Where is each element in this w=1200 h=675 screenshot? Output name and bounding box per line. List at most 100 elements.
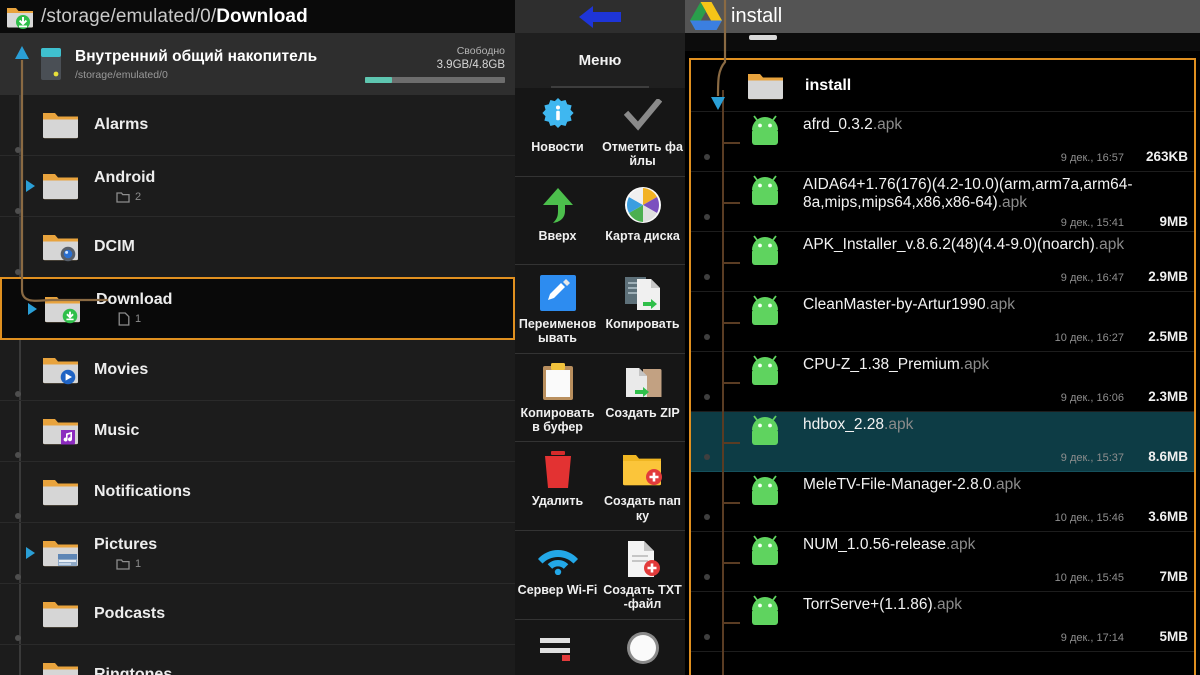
android-apk-icon	[747, 475, 783, 507]
wifi-icon	[537, 539, 579, 579]
menu-item-copy[interactable]: Копировать	[600, 265, 685, 353]
folder-row-alarms[interactable]: Alarms	[0, 95, 515, 156]
apk-file-row[interactable]: CleanMaster-by-Artur1990.apk 10 дек., 16:…	[691, 292, 1194, 352]
tree-node-dot	[704, 574, 710, 580]
folder-name: Podcasts	[94, 604, 166, 622]
folder-music-icon	[42, 416, 80, 446]
android-apk-icon	[747, 595, 783, 627]
scroll-pill[interactable]	[749, 35, 777, 40]
apk-file-date: 9 дек., 16:06	[1060, 392, 1124, 404]
expand-arrow-icon[interactable]	[26, 547, 35, 559]
menu-row: Вверх Карта диска	[515, 177, 685, 265]
folder-icon	[42, 110, 80, 140]
menu-item-list[interactable]	[515, 620, 600, 675]
apk-file-row[interactable]: afrd_0.3.2.apk 9 дек., 16:57 263KB	[691, 112, 1194, 172]
apk-file-row[interactable]: APK_Installer_v.8.6.2(48)(4.4-9.0)(noarc…	[691, 232, 1194, 292]
menu-item-circle[interactable]	[600, 620, 685, 675]
folder-label-block: Ringtones	[94, 666, 172, 675]
tree-branch-tick	[724, 502, 740, 504]
folder-list: Alarms Android 2 DCIM Download 1 Movies Music No…	[0, 95, 515, 675]
menu-item-label: Копировать	[605, 316, 680, 331]
folder-label-block: Alarms	[94, 116, 148, 134]
folder-name: Android	[94, 169, 156, 187]
apk-meta: 10 дек., 16:27 2.5MB	[691, 329, 1194, 344]
expand-arrow-icon[interactable]	[28, 302, 37, 315]
menu-item-label: Создать ZIP	[605, 405, 680, 420]
apk-file-row[interactable]: MeleTV-File-Manager-2.8.0.apk 10 дек., 15…	[691, 472, 1194, 532]
menu-item-checkmark[interactable]: Отметить файлы	[600, 88, 685, 176]
menu-item-clipboard[interactable]: Копировать в буфер	[515, 354, 600, 442]
folder-label-block: Download 1	[96, 291, 172, 326]
folder-row-download[interactable]: Download 1	[0, 277, 515, 340]
folder-name: Notifications	[94, 482, 191, 500]
apk-name-block: NUM_1.0.56-release.apk	[783, 535, 979, 554]
folder-row-dcim[interactable]: DCIM	[0, 217, 515, 278]
apk-file-size: 8.6MB	[1148, 449, 1188, 464]
folder-camera-icon	[42, 232, 80, 262]
apk-file-row[interactable]: CPU-Z_1.38_Premium.apk 9 дек., 16:06 2.3MB	[691, 352, 1194, 412]
apk-file-date: 10 дек., 15:45	[1054, 572, 1124, 584]
disk-map-icon	[624, 185, 662, 225]
apk-meta: 9 дек., 16:47 2.9MB	[691, 269, 1194, 284]
folder-item-count: 1	[118, 312, 172, 326]
apk-file-list: install afrd_0.3.2.apk 9 дек., 16:57 263KB A…	[691, 60, 1194, 652]
apk-file-row[interactable]: NUM_1.0.56-release.apk 10 дек., 15:45 7MB	[691, 532, 1194, 592]
apk-file-extension: .apk	[932, 596, 962, 613]
right-tree-rail	[722, 90, 724, 675]
menu-item-label: Создать папку	[604, 494, 681, 523]
menu-title-bar: Меню	[515, 33, 685, 88]
apk-file-size: 2.9MB	[1148, 269, 1188, 284]
menu-item-news-badge[interactable]: Новости	[515, 88, 600, 176]
tree-branch-tick	[724, 442, 740, 444]
path-breadcrumb-bar[interactable]: /storage/emulated/0/Download	[0, 0, 515, 33]
tree-branch-tick	[724, 262, 740, 264]
menu-item-label: Создать TXT-файл	[603, 583, 682, 612]
folder-row-notifications[interactable]: Notifications	[0, 462, 515, 523]
menu-item-grid: Новости Отметить файлы Вверх Карта диска Пер…	[515, 88, 685, 675]
apk-file-name: NUM_1.0.56-release	[803, 536, 947, 553]
storage-summary-row[interactable]: Внутренний общий накопитель /storage/emu…	[0, 33, 515, 95]
folder-icon	[42, 599, 80, 629]
folder-row-ringtones[interactable]: Ringtones	[0, 645, 515, 675]
folder-row-music[interactable]: Music	[0, 401, 515, 462]
expand-arrow-icon[interactable]	[26, 180, 35, 192]
checkmark-icon	[623, 96, 662, 136]
folder-label-block: Pictures 1	[94, 536, 157, 569]
rename-pencil-icon	[539, 273, 577, 313]
apk-file-size: 263KB	[1145, 149, 1188, 164]
storage-progress-track	[365, 77, 505, 84]
apk-meta: 9 дек., 16:06 2.3MB	[691, 389, 1194, 404]
apk-file-extension: .apk	[946, 536, 976, 553]
apk-root-folder-row[interactable]: install	[691, 60, 1194, 112]
menu-item-new-folder[interactable]: Создать папку	[600, 442, 685, 530]
menu-row: Сервер Wi-Fi Создать TXT-файл	[515, 531, 685, 620]
apk-file-row[interactable]: AIDA64+1.76(176)(4.2-10.0)(arm,arm7a,arm…	[691, 172, 1194, 232]
menu-item-disk-map[interactable]: Карта диска	[600, 177, 685, 264]
menu-item-new-text-file[interactable]: Создать TXT-файл	[600, 531, 685, 619]
menu-item-up-arrow[interactable]: Вверх	[515, 177, 600, 264]
folder-row-podcasts[interactable]: Podcasts	[0, 584, 515, 645]
apk-head: TorrServe+(1.1.86).apk	[691, 595, 1194, 627]
folder-count-value: 2	[135, 190, 142, 203]
back-arrow-icon[interactable]	[577, 4, 623, 30]
apk-file-row[interactable]: hdbox_2.28.apk 9 дек., 15:37 8.6MB	[691, 412, 1194, 472]
menu-item-trash[interactable]: Удалить	[515, 442, 600, 530]
folder-row-movies[interactable]: Movies	[0, 340, 515, 401]
apk-head: NUM_1.0.56-release.apk	[691, 535, 1194, 567]
folder-name: DCIM	[94, 237, 135, 255]
storage-title: Внутренний общий накопитель	[75, 48, 318, 66]
folder-download-icon	[6, 4, 34, 30]
menu-item-rename-pencil[interactable]: Переименовывать	[515, 265, 600, 353]
apk-name-block: hdbox_2.28.apk	[783, 415, 917, 434]
right-scroll-strip	[685, 33, 1200, 51]
folder-row-android[interactable]: Android 2	[0, 156, 515, 217]
folder-row-pictures[interactable]: Pictures 1	[0, 523, 515, 584]
apk-name-block: APK_Installer_v.8.6.2(48)(4.4-9.0)(noarc…	[783, 235, 1128, 254]
menu-item-create-zip[interactable]: Создать ZIP	[600, 354, 685, 442]
folder-icon	[42, 660, 80, 675]
menu-item-wifi[interactable]: Сервер Wi-Fi	[515, 531, 600, 619]
count-type-icon	[116, 191, 130, 203]
menu-back-bar[interactable]	[515, 0, 685, 33]
apk-file-row[interactable]: TorrServe+(1.1.86).apk 9 дек., 17:14 5MB	[691, 592, 1194, 652]
folder-icon	[747, 71, 785, 101]
